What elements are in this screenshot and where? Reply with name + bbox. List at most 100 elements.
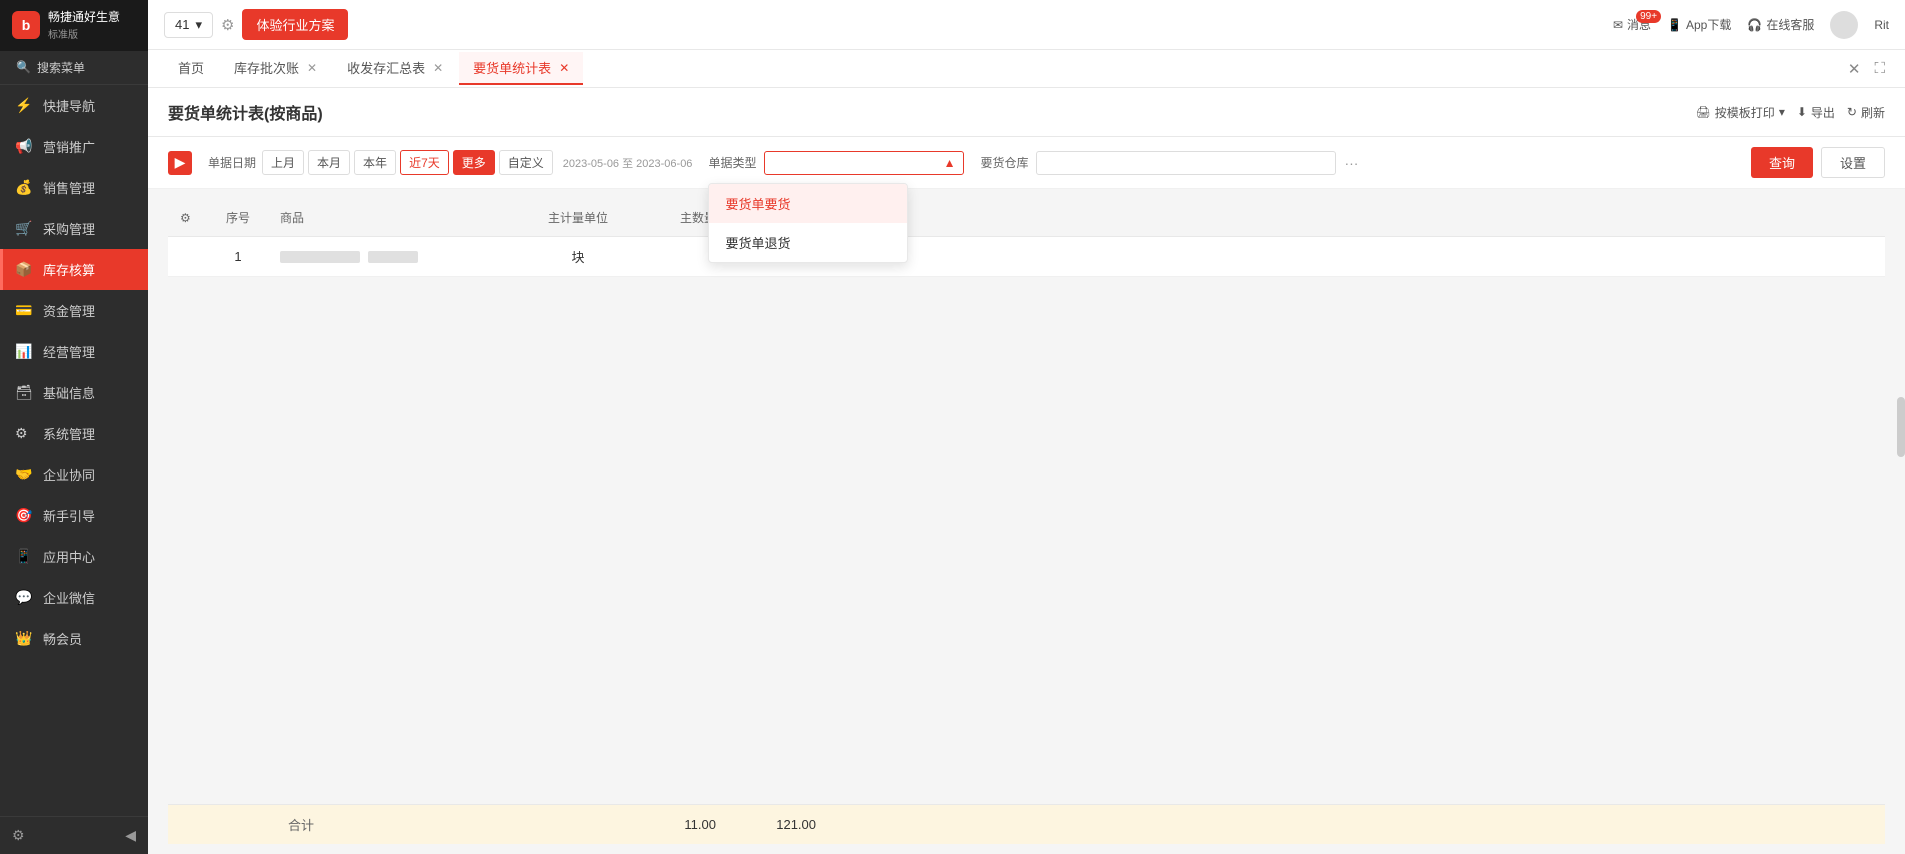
nav-label-basics: 基础信息 [43,383,95,402]
date-more[interactable]: 更多 [453,150,495,175]
filter-expand-btn[interactable]: ▶ [168,151,192,175]
th-unit: 主计量单位 [518,199,638,237]
tab-close-receive-summary[interactable]: ✕ [433,61,443,75]
nav-label-guide: 新手引导 [43,506,95,525]
sidebar-item-inventory[interactable]: 📦库存核算 [0,249,148,290]
filter-settings-btn[interactable]: 设置 [1821,147,1885,178]
messages-btn[interactable]: ✉ 消息 99+ [1613,16,1651,33]
th-empty [878,199,1885,237]
table-wrapper: ⚙ 序号 商品 主计量单位 主数量 零售金额 1 块 11.00 121.00 [148,189,1905,804]
nav-icon-guide: 🎯 [15,507,35,524]
tab-close-requisition-summary[interactable]: ✕ [559,61,569,75]
print-arrow: ▾ [1779,105,1785,119]
nav-icon-wechat: 💬 [15,589,35,606]
filter-row: ▶ 单据日期 上月 本月 本年 近7天 更多 自定义 2023-05-06 至 … [148,137,1905,189]
scrollbar-handle[interactable] [1897,397,1905,457]
print-btn[interactable]: 🖨 按模板打印 ▾ [1696,104,1785,121]
company-selector[interactable]: 41 ▾ [164,12,213,38]
user-avatar[interactable] [1830,11,1858,39]
type-select-arrow: ▲ [944,156,956,170]
tab-label-home: 首页 [178,58,204,77]
sidebar-item-operations[interactable]: 📊 经营管理 [0,331,148,372]
sidebar-nav: ⚡快捷导航📢营销推广💰销售管理🛒采购管理📦库存核算💳资金管理 📊 经营管理 🗃基础信息… [0,85,148,816]
export-label: 导出 [1811,104,1835,121]
cell-unit: 块 [518,237,638,277]
sidebar-item-member[interactable]: 👑畅会员 [0,618,148,659]
sidebar-item-purchase[interactable]: 🛒采购管理 [0,208,148,249]
service-icon: 🎧 [1747,18,1762,32]
app-download-btn[interactable]: 📱 App下载 [1667,16,1731,33]
tab-requisition-summary[interactable]: 要货单统计表✕ [459,52,583,85]
sidebar-item-basics[interactable]: 🗃基础信息 [0,372,148,413]
type-label: 单据类型 [708,154,756,171]
page-actions: 🖨 按模板打印 ▾ ⬇ 导出 ↻ 刷新 [1696,104,1885,121]
date-year[interactable]: 本年 [354,150,396,175]
nav-label-finance: 资金管理 [43,301,95,320]
sidebar-item-guide[interactable]: 🎯 新手引导 [0,495,148,536]
nav-label-appstore: 应用中心 [43,547,95,566]
warehouse-more-btn[interactable]: ··· [1344,155,1358,171]
th-product: 商品 [268,199,518,237]
type-select[interactable]: ▲ [764,151,964,175]
nav-label-shortcut: 快捷导航 [43,96,95,115]
sidebar-item-appstore[interactable]: 📱应用中心 [0,536,148,577]
topbar-left: 41 ▾ ⚙ 体验行业方案 [164,9,1603,40]
sidebar-search[interactable]: 🔍 搜索菜单 [0,51,148,85]
query-btn[interactable]: 查询 [1751,147,1813,178]
sidebar-item-finance[interactable]: 💳资金管理 [0,290,148,331]
refresh-icon: ↻ [1847,105,1857,119]
sidebar-item-marketing[interactable]: 📢营销推广 [0,126,148,167]
export-icon: ⬇ [1797,105,1807,119]
filter-actions: 查询 设置 [1751,147,1885,178]
online-service-btn[interactable]: 🎧 在线客服 [1747,16,1814,33]
date-prev-month[interactable]: 上月 [262,150,304,175]
dropdown-item-return[interactable]: 要货单退货 [709,223,907,262]
th-index: 序号 [208,199,268,237]
app-name-block: 畅捷通好生意 标准版 [48,10,120,41]
settings-icon[interactable]: ⚙ [12,827,25,844]
nav-icon-purchase: 🛒 [15,220,35,237]
page-header: 要货单统计表(按商品) 🖨 按模板打印 ▾ ⬇ 导出 ↻ 刷新 [148,88,1905,137]
print-label: 按模板打印 [1715,104,1775,121]
warehouse-filter-group: 要货仓库 ··· [980,151,1735,175]
topbar-gear-icon[interactable]: ⚙ [221,16,234,34]
sidebar-item-enterprise[interactable]: 🤝企业协同 [0,454,148,495]
sidebar-item-wechat[interactable]: 💬企业微信 [0,577,148,618]
collapse-icon[interactable]: ◀ [125,827,136,844]
sidebar-item-sales[interactable]: 💰销售管理 [0,167,148,208]
tab-inventory-batch[interactable]: 库存批次账✕ [220,52,331,85]
expand-tabs-btn[interactable]: ⛶ [1870,58,1889,80]
tab-home[interactable]: 首页 [164,52,218,85]
dropdown-item-order[interactable]: 要货单要货 [709,184,907,223]
cell-product [268,237,518,277]
date-cur-month[interactable]: 本月 [308,150,350,175]
th-settings[interactable]: ⚙ [168,199,208,237]
nav-label-system: 系统管理 [43,424,95,443]
app-download-label: App下载 [1686,16,1731,33]
sidebar: b 畅捷通好生意 标准版 🔍 搜索菜单 ⚡快捷导航📢营销推广💰销售管理🛒采购管理… [0,0,148,854]
nav-icon-operations: 📊 [15,343,35,360]
sidebar-item-shortcut[interactable]: ⚡快捷导航 [0,85,148,126]
date-options: 上月 本月 本年 近7天 更多 自定义 [262,150,553,175]
cell-settings [168,237,208,277]
tab-receive-summary[interactable]: 收发存汇总表 ✕ [333,52,457,85]
industry-btn[interactable]: 体验行业方案 [242,9,348,40]
tab-close-inventory-batch[interactable]: ✕ [307,61,317,75]
message-badge: 99+ [1636,10,1661,23]
warehouse-label: 要货仓库 [980,154,1028,171]
tab-label-receive-summary: 收发存汇总表 [347,58,425,77]
search-icon: 🔍 [16,60,31,74]
date-7days[interactable]: 近7天 [400,150,449,175]
print-icon: 🖨 [1696,105,1711,119]
app-name: 畅捷通好生意 [48,10,120,26]
nav-label-inventory: 库存核算 [43,260,95,279]
sidebar-item-system[interactable]: ⚙系统管理 [0,413,148,454]
warehouse-input[interactable] [1036,151,1336,175]
close-all-tabs-btn[interactable]: ✕ [1844,58,1865,80]
export-btn[interactable]: ⬇ 导出 [1797,104,1835,121]
nav-label-operations: 经营管理 [43,342,95,361]
username[interactable]: Rit [1874,18,1889,32]
date-custom[interactable]: 自定义 [499,150,553,175]
refresh-btn[interactable]: ↻ 刷新 [1847,104,1885,121]
nav-label-marketing: 营销推广 [43,137,95,156]
